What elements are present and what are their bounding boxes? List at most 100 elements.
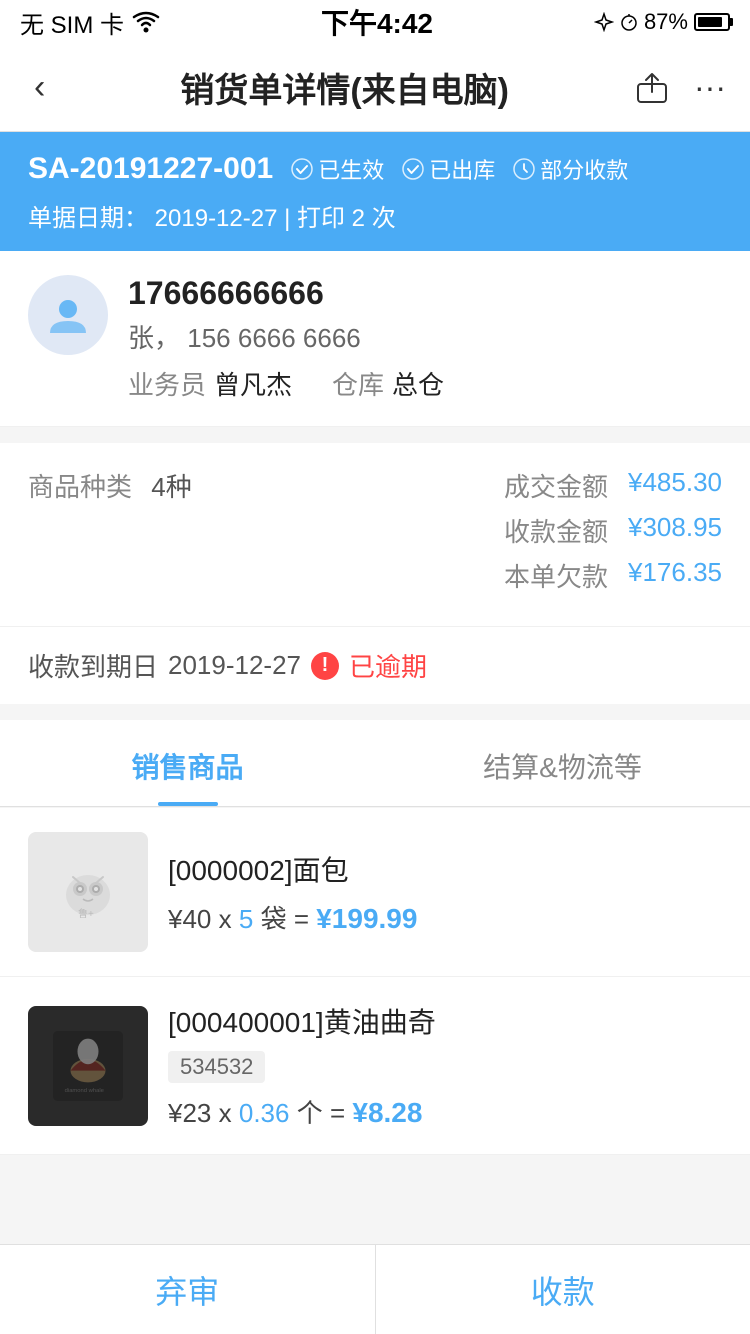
share-icon[interactable] xyxy=(634,70,670,106)
customer-info: 17666666666 张， 156 6666 6666 业务员 曾凡杰 仓库 … xyxy=(128,275,722,402)
unit-1: 袋 xyxy=(261,904,287,934)
customer-section: 17666666666 张， 156 6666 6666 业务员 曾凡杰 仓库 … xyxy=(0,251,750,427)
product-image-2: diamond whale xyxy=(53,1031,123,1101)
due-label: 收款到期日 xyxy=(28,647,158,684)
products-section: 鲁+ [0000002]面包 ¥40 x 5 袋 = ¥199.99 diamo xyxy=(0,808,750,1155)
category-value: 4种 xyxy=(151,472,191,502)
badge-effective-text: 已生效 xyxy=(318,153,384,185)
badge-shipped-text: 已出库 xyxy=(429,153,495,185)
order-header-top: SA-20191227-001 已生效 已出库 部分收款 xyxy=(28,152,722,186)
equals-2: = xyxy=(330,1098,352,1128)
staff-item: 业务员 曾凡杰 xyxy=(128,365,292,402)
product-thumb-2: diamond whale xyxy=(28,1006,148,1126)
debt-amount: ¥176.35 xyxy=(628,557,722,594)
deal-amount-label: 成交金额 xyxy=(504,467,608,504)
receipt-amount-label: 收款金额 xyxy=(504,512,608,549)
tabs: 销售商品 结算&物流等 xyxy=(0,720,750,806)
battery-icon xyxy=(694,13,730,31)
product-name-2: [000400001]黄油曲奇 xyxy=(168,1001,722,1041)
order-meta: 单据日期： 2019-12-27 | 打印 2 次 xyxy=(28,198,722,233)
order-id: SA-20191227-001 xyxy=(28,152,273,186)
tab-settlement[interactable]: 结算&物流等 xyxy=(375,720,750,806)
status-bar: 无 SIM 卡 下午4:42 87% xyxy=(0,0,750,44)
battery-fill xyxy=(698,17,722,27)
owl-icon: 鲁+ xyxy=(53,857,123,927)
product-badge-2: 534532 xyxy=(168,1051,265,1083)
order-header: SA-20191227-001 已生效 已出库 部分收款 单据日期： 2019-… xyxy=(0,132,750,251)
tabs-container: 销售商品 结算&物流等 xyxy=(0,720,750,807)
qty-1: 5 xyxy=(239,904,253,934)
customer-name: 张， xyxy=(128,323,180,353)
customer-phone-number: 156 6666 6666 xyxy=(187,323,361,353)
customer-name-phone: 张， 156 6666 6666 xyxy=(128,318,722,355)
total-1: ¥199.99 xyxy=(316,903,417,934)
tab-sales-label: 销售商品 xyxy=(131,752,243,783)
overdue-icon: ! xyxy=(311,652,339,680)
nav-bar: ‹ 销货单详情(来自电脑) ··· xyxy=(0,44,750,132)
product-price-2: ¥23 x 0.36 个 = ¥8.28 xyxy=(168,1093,722,1130)
warehouse-label: 仓库 xyxy=(332,365,384,402)
summary-left: 商品种类 4种 xyxy=(28,467,192,510)
check-circle-icon-1 xyxy=(291,158,313,180)
badge-partial: 部分收款 xyxy=(513,153,628,185)
receipt-amount: ¥308.95 xyxy=(628,512,722,549)
cancel-button[interactable]: 弃审 xyxy=(0,1245,376,1334)
customer-avatar xyxy=(28,275,108,355)
badge-effective: 已生效 xyxy=(291,153,384,185)
alarm-icon xyxy=(620,12,638,32)
product-price-1: ¥40 x 5 袋 = ¥199.99 xyxy=(168,899,722,936)
qty-2: 0.36 xyxy=(239,1098,290,1128)
customer-meta: 业务员 曾凡杰 仓库 总仓 xyxy=(128,365,722,402)
tab-sales[interactable]: 销售商品 xyxy=(0,720,375,806)
battery-percent: 87% xyxy=(644,9,688,35)
cancel-label: 弃审 xyxy=(155,1267,219,1313)
wifi-icon xyxy=(132,11,160,33)
more-icon[interactable]: ··· xyxy=(694,69,726,106)
staff-label: 业务员 xyxy=(128,365,206,402)
confirm-button[interactable]: 收款 xyxy=(376,1245,750,1334)
product-item-2: diamond whale [000400001]黄油曲奇 534532 ¥23… xyxy=(0,977,750,1155)
order-meta-date: 2019-12-27 xyxy=(155,205,278,232)
bottom-bar: 弃审 收款 xyxy=(0,1244,750,1334)
product-info-1: [0000002]面包 ¥40 x 5 袋 = ¥199.99 xyxy=(168,849,722,936)
order-meta-divider: | xyxy=(284,205,297,232)
summary-right: 成交金额 ¥485.30 收款金额 ¥308.95 本单欠款 ¥176.35 xyxy=(504,467,722,602)
location-icon xyxy=(594,12,614,32)
product-name-1: [0000002]面包 xyxy=(168,849,722,889)
debt-label: 本单欠款 xyxy=(504,557,608,594)
status-time: 下午4:42 xyxy=(321,2,433,42)
equals-1: = xyxy=(294,904,316,934)
warehouse-name: 总仓 xyxy=(392,365,444,402)
multiply-1: x xyxy=(219,904,239,934)
receipt-amount-row: 收款金额 ¥308.95 xyxy=(504,512,722,549)
product-item-1: 鲁+ [0000002]面包 ¥40 x 5 袋 = ¥199.99 xyxy=(0,808,750,977)
status-right: 87% xyxy=(594,9,730,35)
nav-title: 销货单详情(来自电脑) xyxy=(180,63,509,112)
warehouse-item: 仓库 总仓 xyxy=(332,365,444,402)
person-icon xyxy=(44,291,92,339)
summary-section: 商品种类 4种 成交金额 ¥485.30 收款金额 ¥308.95 本单欠款 ¥… xyxy=(0,443,750,626)
tab-settlement-label: 结算&物流等 xyxy=(483,752,642,783)
category-row: 商品种类 4种 xyxy=(28,467,192,504)
due-section: 收款到期日 2019-12-27 ! 已逾期 xyxy=(0,626,750,704)
multiply-2: x xyxy=(219,1098,239,1128)
svg-text:鲁+: 鲁+ xyxy=(78,907,94,920)
order-meta-label: 单据日期： xyxy=(28,205,148,232)
check-circle-icon-2 xyxy=(402,158,424,180)
nav-actions: ··· xyxy=(634,69,726,106)
status-left: 无 SIM 卡 xyxy=(20,5,160,40)
debt-amount-row: 本单欠款 ¥176.35 xyxy=(504,557,722,594)
no-sim-text: 无 SIM 卡 xyxy=(20,5,124,40)
badge-shipped: 已出库 xyxy=(402,153,495,185)
confirm-label: 收款 xyxy=(531,1267,595,1313)
staff-name: 曾凡杰 xyxy=(214,365,292,402)
badge-partial-text: 部分收款 xyxy=(540,153,628,185)
due-date: 2019-12-27 xyxy=(168,650,301,681)
total-2: ¥8.28 xyxy=(352,1097,422,1128)
back-button[interactable]: ‹ xyxy=(24,58,55,117)
clock-icon xyxy=(513,158,535,180)
customer-account: 17666666666 xyxy=(128,275,722,312)
overdue-text: 已逾期 xyxy=(349,647,427,684)
unit-2: 个 xyxy=(297,1098,323,1128)
order-meta-print: 打印 2 次 xyxy=(297,205,396,232)
